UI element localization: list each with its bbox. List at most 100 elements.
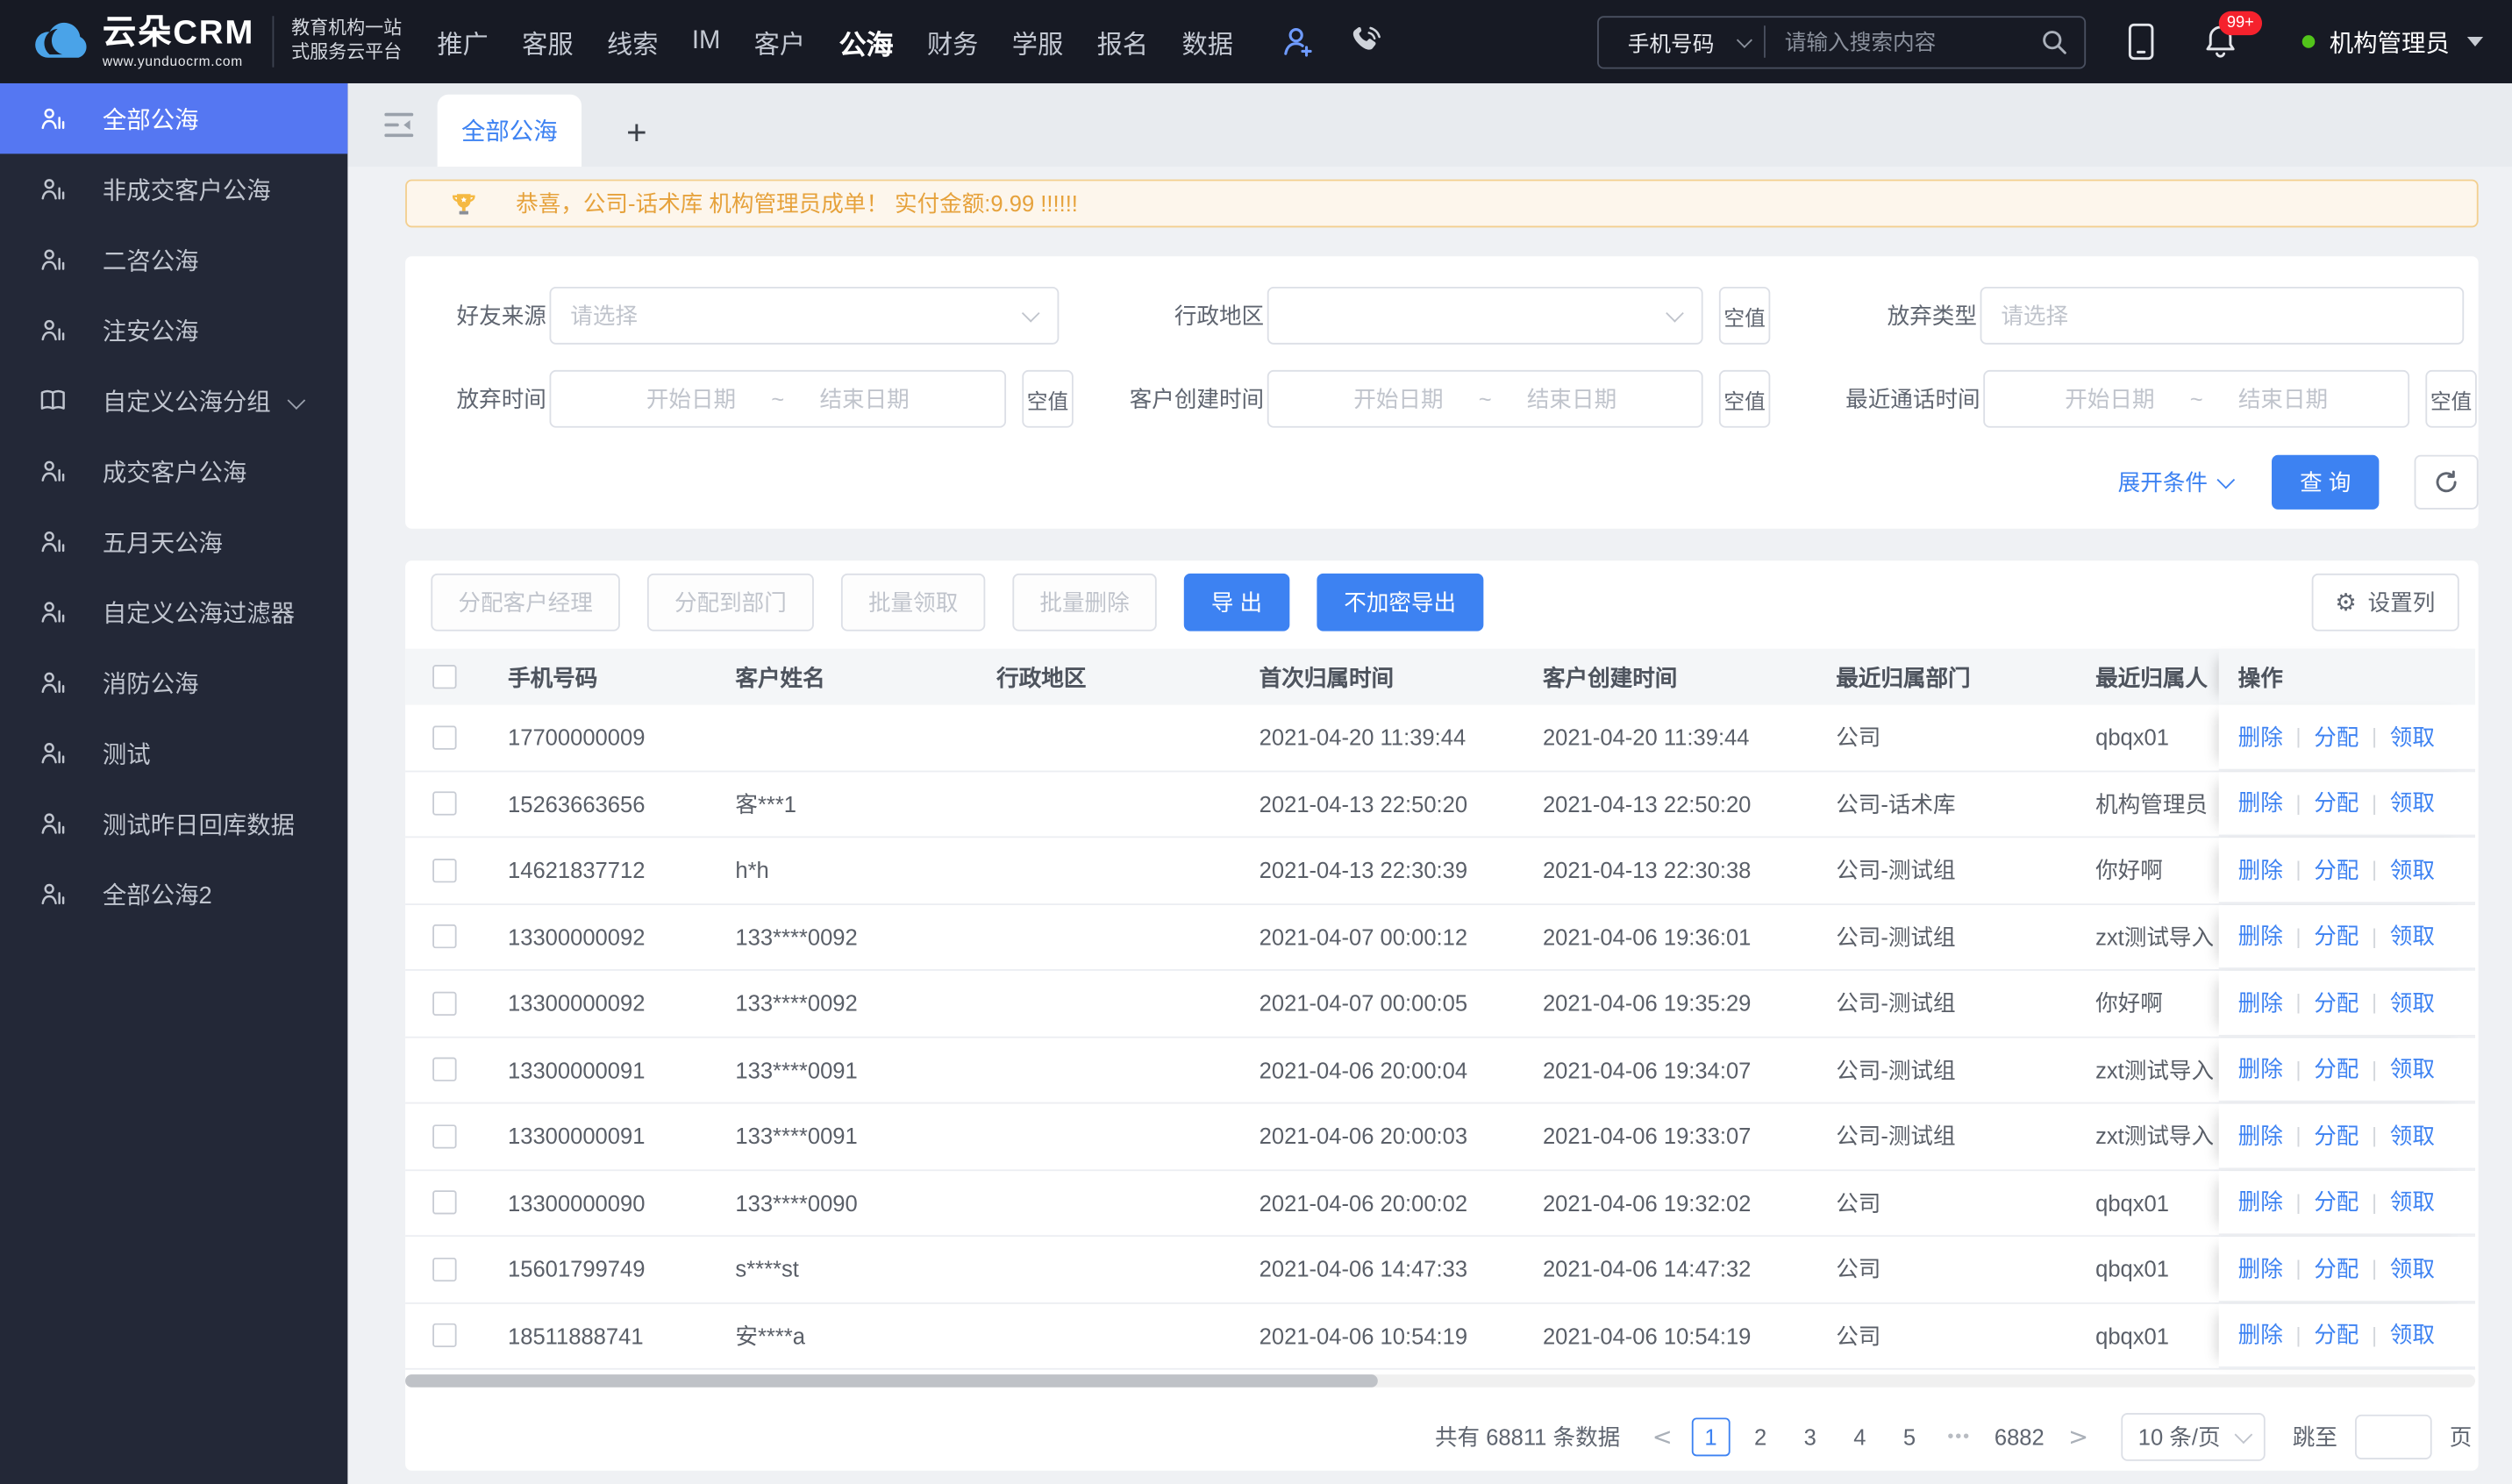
logo[interactable]: 云朵CRM www.yunduocrm.com 教育机构一站 式服务云平台 <box>23 13 403 71</box>
toolbar-button[interactable]: 导 出 <box>1183 573 1290 631</box>
delete-link[interactable]: 删除 <box>2238 920 2283 952</box>
assign-link[interactable]: 分配 <box>2314 853 2359 886</box>
next-page-arrow[interactable]: > <box>2064 1423 2094 1452</box>
search-icon[interactable] <box>2039 27 2068 56</box>
sidebar-item[interactable]: 注安公海 <box>0 295 347 365</box>
delete-link[interactable]: 删除 <box>2238 987 2283 1019</box>
abandon-time-empty-button[interactable]: 空值 <box>1022 369 1074 428</box>
row-checkbox[interactable] <box>432 924 456 949</box>
add-contact-icon[interactable] <box>1278 23 1317 61</box>
select-all-checkbox[interactable] <box>432 665 456 689</box>
claim-link[interactable]: 领取 <box>2390 720 2435 753</box>
delete-link[interactable]: 删除 <box>2238 1252 2283 1285</box>
mobile-app-icon[interactable] <box>2128 23 2155 61</box>
delete-link[interactable]: 删除 <box>2238 787 2283 819</box>
assign-link[interactable]: 分配 <box>2314 1186 2359 1218</box>
sidebar-item[interactable]: 非成交客户公海 <box>0 153 347 224</box>
delete-link[interactable]: 删除 <box>2238 853 2283 886</box>
assign-link[interactable]: 分配 <box>2314 1319 2359 1352</box>
top-nav-item[interactable]: 线索 <box>607 23 658 61</box>
expand-conditions-link[interactable]: 展开条件 <box>2118 467 2236 499</box>
last-call-time-range-picker[interactable]: 开始日期 ~ 结束日期 <box>1983 369 2410 428</box>
page-number[interactable]: 5 <box>1890 1417 1929 1456</box>
search-category-select[interactable]: 手机号码 <box>1628 25 1715 58</box>
claim-link[interactable]: 领取 <box>2390 853 2435 886</box>
toolbar-button[interactable]: 批量领取 <box>840 573 986 631</box>
column-settings-button[interactable]: ⚙ 设置列 <box>2310 573 2459 631</box>
sidebar-item[interactable]: 测试昨日回库数据 <box>0 788 347 859</box>
sidebar-item[interactable]: 全部公海 <box>0 82 348 154</box>
page-number[interactable]: 1 <box>1691 1417 1731 1457</box>
sidebar-item[interactable]: 消防公海 <box>0 647 347 717</box>
search-input[interactable] <box>1784 29 2040 54</box>
collapse-sidebar-icon[interactable] <box>382 107 417 142</box>
assign-link[interactable]: 分配 <box>2314 987 2359 1019</box>
region-select[interactable] <box>1267 286 1703 345</box>
assign-link[interactable]: 分配 <box>2314 720 2359 753</box>
query-button[interactable]: 查 询 <box>2272 454 2380 510</box>
top-nav-item[interactable]: 客户 <box>754 23 805 61</box>
assign-link[interactable]: 分配 <box>2314 1252 2359 1285</box>
claim-link[interactable]: 领取 <box>2390 1252 2435 1285</box>
friend-source-select[interactable]: 请选择 <box>549 286 1060 345</box>
toolbar-button[interactable]: 分配客户经理 <box>431 573 620 631</box>
row-checkbox[interactable] <box>432 1124 456 1149</box>
top-nav-item[interactable]: 客服 <box>522 23 573 61</box>
page-number[interactable]: 2 <box>1741 1417 1780 1456</box>
toolbar-button[interactable]: 不加密导出 <box>1317 573 1484 631</box>
toolbar-button[interactable]: 分配到部门 <box>646 573 814 631</box>
user-menu[interactable]: 机构管理员 <box>2301 25 2484 58</box>
claim-link[interactable]: 领取 <box>2390 1319 2435 1352</box>
abandon-type-select[interactable]: 请选择 <box>1980 286 2465 345</box>
assign-link[interactable]: 分配 <box>2314 1119 2359 1152</box>
add-tab-button[interactable]: + <box>626 115 646 151</box>
horizontal-scrollbar[interactable] <box>405 1374 2475 1388</box>
row-checkbox[interactable] <box>432 724 456 750</box>
sidebar-item[interactable]: 测试 <box>0 717 347 788</box>
jump-to-input[interactable] <box>2354 1414 2432 1459</box>
phone-icon[interactable] <box>1345 23 1384 61</box>
claim-link[interactable]: 领取 <box>2390 1052 2435 1085</box>
row-checkbox[interactable] <box>432 791 456 817</box>
toolbar-button[interactable]: 批量删除 <box>1012 573 1157 631</box>
sidebar-item[interactable]: 成交客户公海 <box>0 436 347 506</box>
region-empty-button[interactable]: 空值 <box>1718 286 1771 345</box>
delete-link[interactable]: 删除 <box>2238 720 2283 753</box>
top-nav-item[interactable]: 推广 <box>437 23 488 61</box>
sidebar-item[interactable]: 自定义公海过滤器 <box>0 577 347 647</box>
page-number[interactable]: 3 <box>1791 1417 1830 1456</box>
delete-link[interactable]: 删除 <box>2238 1319 2283 1352</box>
last-call-time-empty-button[interactable]: 空值 <box>2425 369 2477 428</box>
claim-link[interactable]: 领取 <box>2390 987 2435 1019</box>
claim-link[interactable]: 领取 <box>2390 1119 2435 1152</box>
assign-link[interactable]: 分配 <box>2314 787 2359 819</box>
row-checkbox[interactable] <box>432 1323 456 1348</box>
top-nav-item[interactable]: 学服 <box>1012 23 1063 61</box>
search-category-chevron-icon[interactable] <box>1736 31 1752 47</box>
prev-page-arrow[interactable]: < <box>1647 1423 1677 1452</box>
page-number[interactable]: 6882 <box>1989 1417 2049 1456</box>
assign-link[interactable]: 分配 <box>2314 1052 2359 1085</box>
top-nav-item[interactable]: IM <box>692 27 720 56</box>
page-size-select[interactable]: 10 条/页 <box>2120 1412 2266 1461</box>
scrollbar-thumb[interactable] <box>405 1374 1379 1388</box>
assign-link[interactable]: 分配 <box>2314 920 2359 952</box>
delete-link[interactable]: 删除 <box>2238 1186 2283 1218</box>
sidebar-item[interactable]: 二咨公海 <box>0 225 347 295</box>
top-nav-item[interactable]: 公海 <box>839 22 894 62</box>
top-nav-item[interactable]: 财务 <box>927 23 978 61</box>
refresh-button[interactable] <box>2414 454 2479 510</box>
row-checkbox[interactable] <box>432 1257 456 1281</box>
top-nav-item[interactable]: 数据 <box>1181 23 1232 61</box>
sidebar-item[interactable]: 全部公海2 <box>0 859 347 929</box>
row-checkbox[interactable] <box>432 1057 456 1082</box>
abandon-time-range-picker[interactable]: 开始日期 ~ 结束日期 <box>549 369 1007 428</box>
notifications[interactable]: 99+ <box>2202 11 2262 61</box>
row-checkbox[interactable] <box>432 858 456 882</box>
delete-link[interactable]: 删除 <box>2238 1119 2283 1152</box>
sidebar-item[interactable]: 自定义公海分组 <box>0 365 347 435</box>
claim-link[interactable]: 领取 <box>2390 920 2435 952</box>
create-time-empty-button[interactable]: 空值 <box>1718 369 1771 428</box>
create-time-range-picker[interactable]: 开始日期 ~ 结束日期 <box>1267 369 1703 428</box>
sidebar-item[interactable]: 五月天公海 <box>0 506 347 576</box>
